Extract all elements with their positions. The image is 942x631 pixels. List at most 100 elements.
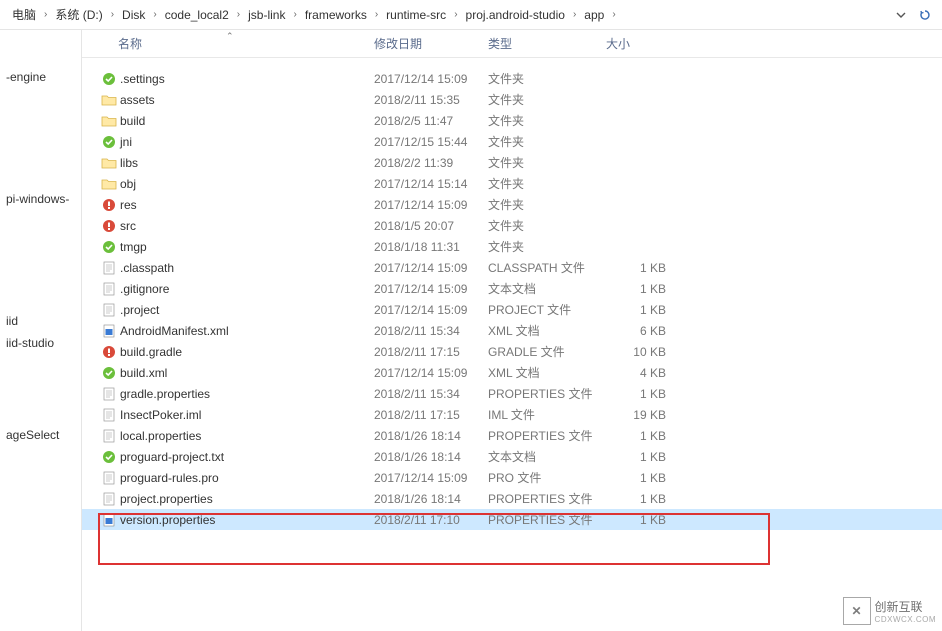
- file-row[interactable]: assets2018/2/11 15:35文件夹: [82, 89, 942, 110]
- tree-item[interactable]: ageSelect: [0, 424, 81, 446]
- history-dropdown-button[interactable]: [890, 5, 912, 25]
- watermark: ✕ 创新互联 CDXWCX.COM: [843, 597, 936, 625]
- file-icon: [100, 239, 118, 255]
- chevron-right-icon[interactable]: ›: [291, 9, 298, 20]
- file-size: 4 KB: [606, 366, 666, 380]
- column-name[interactable]: 名称 ⌃: [118, 35, 374, 52]
- chevron-right-icon[interactable]: ›: [109, 9, 116, 20]
- breadcrumb-segment[interactable]: proj.android-studio: [460, 8, 571, 22]
- file-type: 文件夹: [488, 112, 606, 129]
- file-icon: [100, 281, 118, 297]
- file-row[interactable]: proguard-rules.pro2017/12/14 15:09PRO 文件…: [82, 467, 942, 488]
- file-size: 19 KB: [606, 408, 666, 422]
- breadcrumb-segment[interactable]: app: [578, 8, 610, 22]
- file-row[interactable]: gradle.properties2018/2/11 15:34PROPERTI…: [82, 383, 942, 404]
- file-name: libs: [120, 156, 374, 170]
- chevron-right-icon[interactable]: ›: [452, 9, 459, 20]
- column-type[interactable]: 类型: [488, 35, 606, 52]
- breadcrumb-segment[interactable]: 系统 (D:): [49, 6, 108, 23]
- file-date: 2017/12/14 15:14: [374, 177, 488, 191]
- file-row[interactable]: proguard-project.txt2018/1/26 18:14文本文档1…: [82, 446, 942, 467]
- file-row[interactable]: build2018/2/5 11:47文件夹: [82, 110, 942, 131]
- file-date: 2017/12/15 15:44: [374, 135, 488, 149]
- file-date: 2018/2/5 11:47: [374, 114, 488, 128]
- file-row[interactable]: build.gradle2018/2/11 17:15GRADLE 文件10 K…: [82, 341, 942, 362]
- chevron-right-icon[interactable]: ›: [235, 9, 242, 20]
- file-icon: [100, 302, 118, 318]
- file-date: 2017/12/14 15:09: [374, 471, 488, 485]
- file-type: 文本文档: [488, 448, 606, 465]
- file-row[interactable]: tmgp2018/1/18 11:31文件夹: [82, 236, 942, 257]
- column-date[interactable]: 修改日期: [374, 35, 488, 52]
- file-row[interactable]: version.properties2018/2/11 17:10PROPERT…: [82, 509, 942, 530]
- file-name: src: [120, 219, 374, 233]
- file-row[interactable]: .gitignore2017/12/14 15:09文本文档1 KB: [82, 278, 942, 299]
- file-row[interactable]: jni2017/12/15 15:44文件夹: [82, 131, 942, 152]
- breadcrumb: 电脑›系统 (D:)›Disk›code_local2›jsb-link›fra…: [0, 0, 942, 30]
- file-date: 2018/2/11 15:34: [374, 324, 488, 338]
- file-date: 2018/1/26 18:14: [374, 429, 488, 443]
- file-size: 1 KB: [606, 429, 666, 443]
- file-row[interactable]: local.properties2018/1/26 18:14PROPERTIE…: [82, 425, 942, 446]
- file-date: 2018/1/18 11:31: [374, 240, 488, 254]
- breadcrumb-segment[interactable]: frameworks: [299, 8, 373, 22]
- column-headers[interactable]: 名称 ⌃ 修改日期 类型 大小: [82, 30, 942, 58]
- file-name: build.gradle: [120, 345, 374, 359]
- file-size: 10 KB: [606, 345, 666, 359]
- tree-item[interactable]: iid-studio: [0, 332, 81, 354]
- file-name: build: [120, 114, 374, 128]
- chevron-right-icon[interactable]: ›: [151, 9, 158, 20]
- file-row[interactable]: res2017/12/14 15:09文件夹: [82, 194, 942, 215]
- tree-item[interactable]: -engine: [0, 66, 81, 88]
- file-icon: [100, 512, 118, 528]
- file-icon: [100, 134, 118, 150]
- file-date: 2017/12/14 15:09: [374, 303, 488, 317]
- file-row[interactable]: project.properties2018/1/26 18:14PROPERT…: [82, 488, 942, 509]
- refresh-button[interactable]: [914, 5, 936, 25]
- breadcrumb-segment[interactable]: Disk: [116, 8, 151, 22]
- column-size[interactable]: 大小: [606, 35, 666, 52]
- file-name: tmgp: [120, 240, 374, 254]
- file-date: 2018/2/11 17:10: [374, 513, 488, 527]
- file-icon: [100, 323, 118, 339]
- file-size: 1 KB: [606, 450, 666, 464]
- file-size: 1 KB: [606, 282, 666, 296]
- file-date: 2018/1/5 20:07: [374, 219, 488, 233]
- file-row[interactable]: libs2018/2/2 11:39文件夹: [82, 152, 942, 173]
- file-size: 1 KB: [606, 261, 666, 275]
- file-type: 文件夹: [488, 238, 606, 255]
- breadcrumb-segment[interactable]: jsb-link: [242, 8, 291, 22]
- tree-item[interactable]: iid: [0, 310, 81, 332]
- sidebar-tree[interactable]: -engine pi-windows- iid iid-studio ageSe…: [0, 30, 82, 631]
- file-type: 文件夹: [488, 70, 606, 87]
- file-row[interactable]: obj2017/12/14 15:14文件夹: [82, 173, 942, 194]
- file-size: 6 KB: [606, 324, 666, 338]
- file-name: .project: [120, 303, 374, 317]
- file-row[interactable]: .project2017/12/14 15:09PROJECT 文件1 KB: [82, 299, 942, 320]
- file-row[interactable]: .classpath2017/12/14 15:09CLASSPATH 文件1 …: [82, 257, 942, 278]
- chevron-right-icon[interactable]: ›: [373, 9, 380, 20]
- file-row[interactable]: src2018/1/5 20:07文件夹: [82, 215, 942, 236]
- file-row[interactable]: build.xml2017/12/14 15:09XML 文档4 KB: [82, 362, 942, 383]
- column-label: 名称: [118, 37, 142, 51]
- file-row[interactable]: .settings2017/12/14 15:09文件夹: [82, 68, 942, 89]
- file-row[interactable]: AndroidManifest.xml2018/2/11 15:34XML 文档…: [82, 320, 942, 341]
- file-date: 2017/12/14 15:09: [374, 198, 488, 212]
- breadcrumb-segment[interactable]: 电脑: [6, 6, 42, 23]
- file-icon: [100, 407, 118, 423]
- file-type: 文件夹: [488, 217, 606, 234]
- chevron-right-icon[interactable]: ›: [571, 9, 578, 20]
- tree-item[interactable]: pi-windows-: [0, 188, 81, 210]
- chevron-right-icon[interactable]: ›: [610, 9, 617, 20]
- file-row[interactable]: InsectPoker.iml2018/2/11 17:15IML 文件19 K…: [82, 404, 942, 425]
- file-type: XML 文档: [488, 322, 606, 339]
- file-type: 文件夹: [488, 175, 606, 192]
- chevron-right-icon[interactable]: ›: [42, 9, 49, 20]
- sort-indicator-icon: ⌃: [226, 31, 234, 42]
- file-icon: [100, 449, 118, 465]
- file-name: build.xml: [120, 366, 374, 380]
- file-type: 文本文档: [488, 280, 606, 297]
- breadcrumb-segment[interactable]: code_local2: [159, 8, 235, 22]
- file-icon: [100, 155, 118, 171]
- breadcrumb-segment[interactable]: runtime-src: [380, 8, 452, 22]
